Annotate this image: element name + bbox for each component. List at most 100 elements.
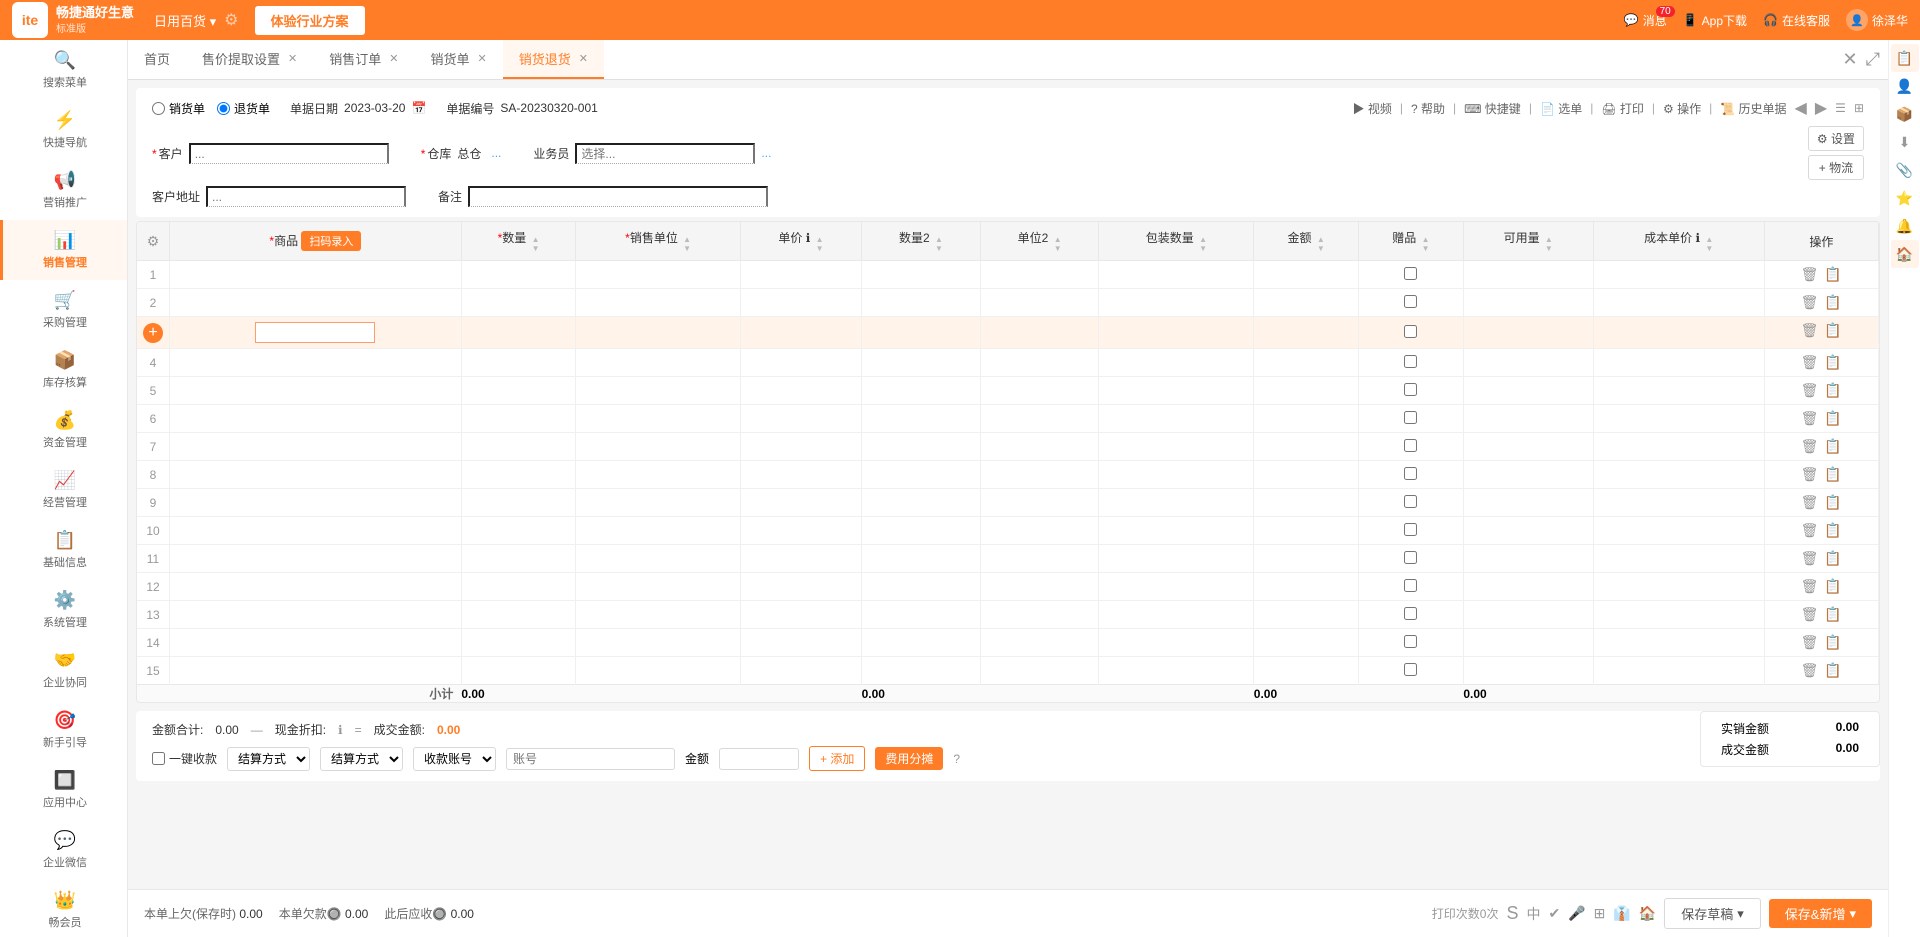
account-select[interactable]: 收款账号 (413, 747, 496, 771)
category-selector[interactable]: 日用百货 ▾ (154, 11, 216, 30)
one-click-payment[interactable]: 一键收款 (152, 750, 217, 767)
payment-amount-input[interactable] (719, 748, 799, 770)
sidebar-item-system[interactable]: ⚙️系统管理 (0, 580, 127, 640)
trial-button[interactable]: 体验行业方案 (255, 6, 365, 35)
calc-method-select[interactable]: 结算方式 (320, 747, 403, 771)
staff-select[interactable]: ... (761, 146, 771, 160)
customer-input[interactable] (189, 143, 389, 164)
copy-row-8[interactable]: 📋 (1824, 466, 1841, 483)
copy-row-9[interactable]: 📋 (1824, 494, 1841, 511)
delete-row-6[interactable]: 🗑 (1801, 410, 1819, 427)
close-tab-sales-order[interactable]: ✕ (389, 52, 398, 65)
select-bill-btn[interactable]: 📄 选单 (1540, 100, 1582, 117)
tab-expand[interactable]: ⤢ (1866, 49, 1880, 70)
nav-next[interactable]: ▶ (1815, 98, 1827, 118)
add-fee-btn[interactable]: + 添加 (809, 746, 865, 771)
copy-row-4[interactable]: 📋 (1824, 354, 1841, 371)
delete-row-12[interactable]: 🗑 (1801, 578, 1819, 595)
online-service-btn[interactable]: 🎧 在线客服 (1763, 12, 1830, 29)
history-btn[interactable]: 📜 历史单据 (1720, 100, 1786, 117)
view-grid[interactable]: ⊞ (1854, 101, 1864, 115)
product-input-3[interactable] (255, 322, 375, 343)
sidebar-item-search[interactable]: 🔍搜索菜单 (0, 40, 127, 100)
settings-btn[interactable]: ⚙ 设置 (1808, 126, 1864, 151)
delete-row-7[interactable]: 🗑 (1801, 438, 1819, 455)
sidebar-item-enterprise[interactable]: 🤝企业协同 (0, 640, 127, 700)
discount-info[interactable]: ℹ (338, 723, 343, 737)
col-gear[interactable]: ⚙ (137, 222, 170, 261)
sidebar-item-sales[interactable]: 📊销售管理 (0, 220, 127, 280)
account-input[interactable] (506, 748, 675, 770)
copy-row-14[interactable]: 📋 (1824, 634, 1841, 651)
sidebar-item-newguide[interactable]: 🎯新手引导 (0, 700, 127, 760)
logistics-btn[interactable]: + 物流 (1808, 155, 1864, 180)
nav-prev[interactable]: ◀ (1795, 98, 1807, 118)
copy-row-3[interactable]: 📋 (1824, 322, 1841, 339)
user-area[interactable]: 👤 徐泽华 (1846, 9, 1908, 31)
sidebar-item-operations[interactable]: 📈经营管理 (0, 460, 127, 520)
copy-row-1[interactable]: 📋 (1824, 266, 1841, 283)
copy-row-5[interactable]: 📋 (1824, 382, 1841, 399)
tab-price-setup[interactable]: 售价提取设置✕ (186, 40, 313, 79)
delete-row-3[interactable]: 🗑 (1801, 322, 1819, 339)
tools-icon2[interactable]: ✔ (1548, 905, 1560, 922)
sidebar-item-basic[interactable]: 📋基础信息 (0, 520, 127, 580)
shortcut-btn[interactable]: ⌨ 快捷键 (1464, 100, 1521, 117)
video-btn[interactable]: ▶ 视频 (1353, 100, 1392, 117)
sales-radio[interactable]: 销货单 (152, 100, 205, 117)
close-tab-sales-bill[interactable]: ✕ (478, 52, 487, 65)
add-row-btn[interactable]: + (143, 323, 163, 343)
right-sidebar-btn7[interactable]: 🔔 (1891, 212, 1919, 240)
copy-row-13[interactable]: 📋 (1824, 606, 1841, 623)
help-btn[interactable]: ? 帮助 (1411, 100, 1445, 117)
delete-row-11[interactable]: 🗑 (1801, 550, 1819, 567)
close-tab-sales-return[interactable]: ✕ (579, 52, 588, 65)
tab-close-all[interactable]: ✕ (1843, 49, 1858, 70)
tools-icon6[interactable]: 🏠 (1639, 905, 1656, 922)
settlement-select[interactable]: 结算方式 (227, 747, 310, 771)
print-btn[interactable]: 🖨 打印 (1601, 100, 1644, 117)
delete-row-8[interactable]: 🗑 (1801, 466, 1819, 483)
copy-row-10[interactable]: 📋 (1824, 522, 1841, 539)
copy-row-12[interactable]: 📋 (1824, 578, 1841, 595)
sidebar-item-shortcut[interactable]: ⚡快捷导航 (0, 100, 127, 160)
tools-icon5[interactable]: 👔 (1613, 905, 1630, 922)
fee-split-btn[interactable]: 费用分摊 (875, 747, 943, 770)
right-sidebar-btn4[interactable]: ⬇ (1891, 128, 1919, 156)
save-draft-btn[interactable]: 保存草稿 ▾ (1664, 898, 1761, 929)
date-picker-icon[interactable]: 📅 (411, 101, 426, 115)
fee-help-icon[interactable]: ? (953, 752, 960, 766)
tab-sales-order[interactable]: 销售订单✕ (313, 40, 414, 79)
delete-row-9[interactable]: 🗑 (1801, 494, 1819, 511)
right-sidebar-btn2[interactable]: 👤 (1891, 72, 1919, 100)
warehouse-select[interactable]: ... (491, 146, 501, 160)
sidebar-item-apps[interactable]: 🔲应用中心 (0, 760, 127, 820)
sidebar-item-marketing[interactable]: 📢营销推广 (0, 160, 127, 220)
tab-sales-bill[interactable]: 销货单✕ (414, 40, 502, 79)
view-list[interactable]: ☰ (1835, 101, 1846, 115)
right-sidebar-btn1[interactable]: 📋 (1891, 44, 1919, 72)
return-radio[interactable]: 退货单 (217, 100, 270, 117)
right-sidebar-btn3[interactable]: 📦 (1891, 100, 1919, 128)
save-new-btn[interactable]: 保存&新增 ▾ (1769, 899, 1872, 928)
remark-input[interactable] (468, 186, 768, 207)
delete-row-14[interactable]: 🗑 (1801, 634, 1819, 651)
tools-icon4[interactable]: ⊞ (1594, 905, 1606, 922)
tab-home[interactable]: 首页 (128, 40, 186, 79)
delete-row-1[interactable]: 🗑 (1801, 266, 1819, 283)
notification-btn[interactable]: 💬 消息 70 (1624, 12, 1667, 29)
copy-row-7[interactable]: 📋 (1824, 438, 1841, 455)
right-sidebar-btn5[interactable]: 📎 (1891, 156, 1919, 184)
tools-icon1[interactable]: 中 (1526, 904, 1540, 924)
delete-row-2[interactable]: 🗑 (1801, 294, 1819, 311)
tab-sales-return[interactable]: 销货退货✕ (503, 40, 604, 79)
delete-row-10[interactable]: 🗑 (1801, 522, 1819, 539)
copy-row-15[interactable]: 📋 (1824, 662, 1841, 679)
scan-btn[interactable]: 扫码录入 (301, 231, 361, 251)
tools-icon3[interactable]: 🎤 (1568, 905, 1585, 922)
delete-row-4[interactable]: 🗑 (1801, 354, 1819, 371)
sidebar-item-purchase[interactable]: 🛒采购管理 (0, 280, 127, 340)
sidebar-item-inventory[interactable]: 📦库存核算 (0, 340, 127, 400)
right-sidebar-btn8[interactable]: 🏠 (1891, 240, 1919, 268)
sidebar-item-finance[interactable]: 💰资金管理 (0, 400, 127, 460)
